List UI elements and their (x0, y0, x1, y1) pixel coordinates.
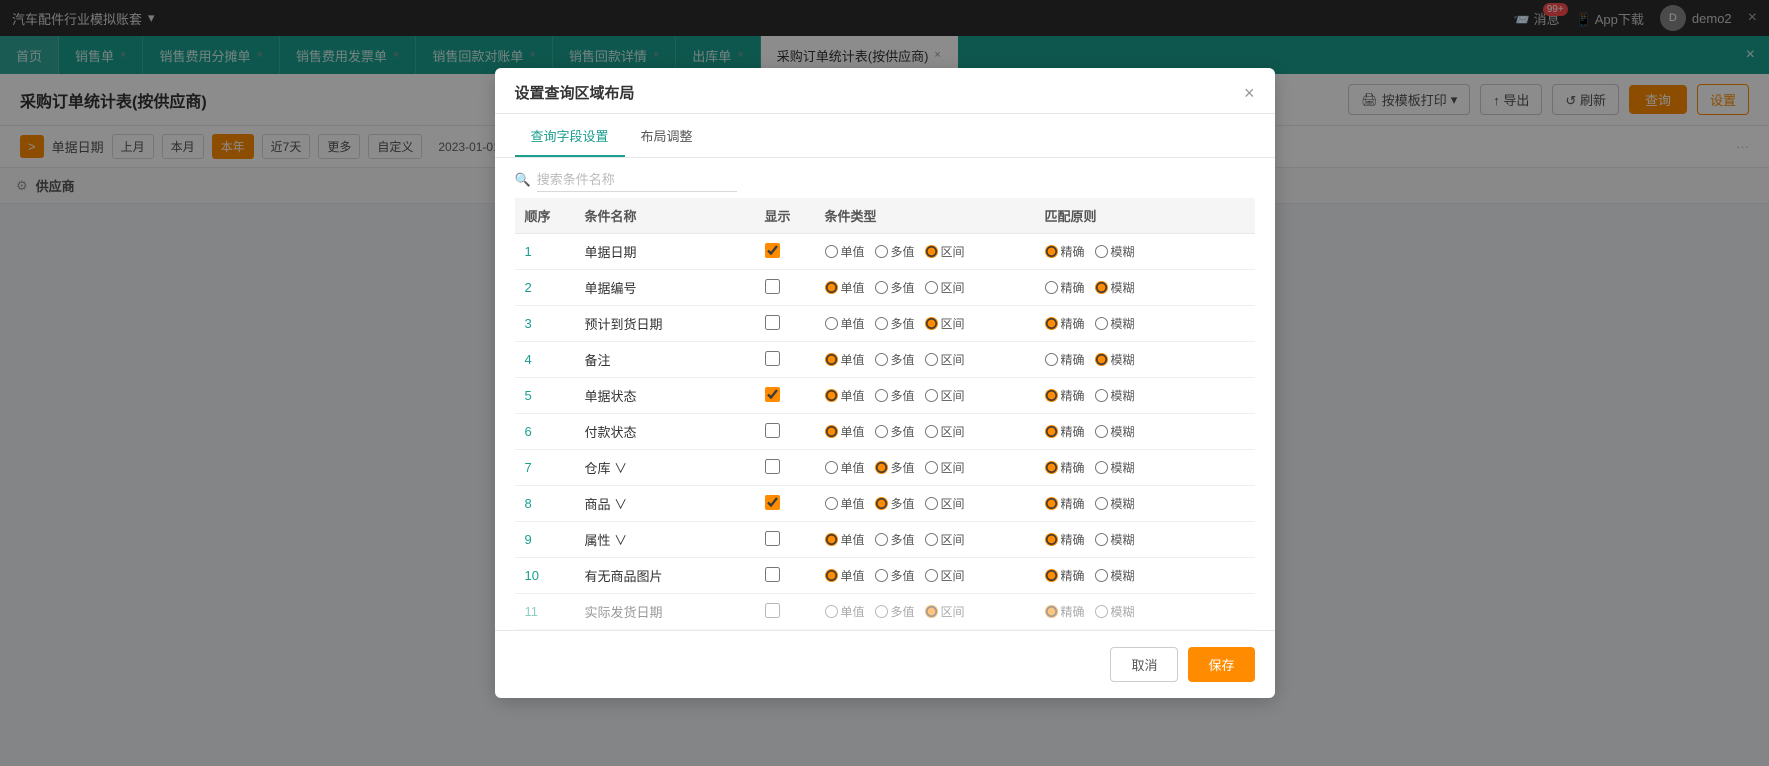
row-match-cell: 精确模糊 (1035, 559, 1255, 592)
tab-layout-adjust[interactable]: 布局调整 (625, 116, 709, 157)
table-row: 9属性 ∨ 单值多值区间精确模糊 (515, 522, 1255, 558)
th-show: 显示 (755, 198, 815, 233)
row-condition-name: 实际发货日期 (575, 594, 755, 629)
row-match-cell: 精确模糊 (1035, 307, 1255, 340)
row-condition-name: 付款状态 (575, 414, 755, 449)
show-checkbox[interactable] (765, 531, 780, 546)
row-condition-name: 预计到货日期 (575, 306, 755, 341)
row-type-cell: 单值多值区间 (815, 415, 1035, 448)
table-thead: 顺序 条件名称 显示 条件类型 匹配原则 (515, 198, 1255, 234)
modal-title: 设置查询区域布局 (515, 82, 635, 103)
row-order: 9 (515, 524, 575, 555)
row-order: 6 (515, 416, 575, 447)
row-type-cell: 单值多值区间 (815, 235, 1035, 268)
modal-rows-container: 1单据日期单值多值区间精确模糊2单据编号单值多值区间精确模糊3预计到货日期单值多… (515, 234, 1255, 630)
row-order: 4 (515, 344, 575, 375)
th-type: 条件类型 (815, 198, 1035, 233)
search-icon: 🔍 (515, 172, 531, 188)
row-show-cell (755, 559, 815, 593)
show-checkbox[interactable] (765, 567, 780, 582)
row-type-cell: 单值多值区间 (815, 487, 1035, 520)
modal-header: 设置查询区域布局 × (495, 68, 1275, 114)
row-type-cell: 单值多值区间 (815, 343, 1035, 376)
settings-modal: 设置查询区域布局 × 查询字段设置 布局调整 🔍 顺序 条件名称 显示 条件类型 (495, 68, 1275, 698)
row-match-cell: 精确模糊 (1035, 379, 1255, 412)
table-row: 10有无商品图片 单值多值区间精确模糊 (515, 558, 1255, 594)
row-order: 7 (515, 452, 575, 483)
row-order: 11 (515, 596, 575, 627)
row-order: 10 (515, 560, 575, 591)
th-match: 匹配原则 (1035, 198, 1255, 233)
row-show-cell (755, 235, 815, 269)
row-match-cell: 精确模糊 (1035, 595, 1255, 628)
show-checkbox[interactable] (765, 315, 780, 330)
row-order: 3 (515, 308, 575, 339)
row-match-cell: 精确模糊 (1035, 487, 1255, 520)
row-type-cell: 单值多值区间 (815, 595, 1035, 628)
row-show-cell (755, 307, 815, 341)
show-checkbox[interactable] (765, 459, 780, 474)
row-condition-name: 属性 ∨ (575, 522, 755, 557)
row-type-cell: 单值多值区间 (815, 523, 1035, 556)
row-show-cell (755, 487, 815, 521)
row-condition-name: 有无商品图片 (575, 558, 755, 593)
row-show-cell (755, 451, 815, 485)
show-checkbox[interactable] (765, 603, 780, 618)
row-match-cell: 精确模糊 (1035, 343, 1255, 376)
row-show-cell (755, 595, 815, 629)
condition-search-input[interactable] (537, 168, 737, 192)
save-button[interactable]: 保存 (1188, 647, 1254, 682)
row-condition-name: 备注 (575, 342, 755, 377)
row-show-cell (755, 523, 815, 557)
row-show-cell (755, 415, 815, 449)
table-row: 6付款状态 单值多值区间精确模糊 (515, 414, 1255, 450)
row-show-cell (755, 343, 815, 377)
row-show-cell (755, 379, 815, 413)
show-checkbox[interactable] (765, 243, 780, 258)
row-match-cell: 精确模糊 (1035, 451, 1255, 484)
row-order: 5 (515, 380, 575, 411)
row-condition-name: 单据日期 (575, 234, 755, 269)
row-type-cell: 单值多值区间 (815, 451, 1035, 484)
table-row: 2单据编号 单值多值区间精确模糊 (515, 270, 1255, 306)
row-type-cell: 单值多值区间 (815, 271, 1035, 304)
table-row: 5单据状态 单值多值区间精确模糊 (515, 378, 1255, 414)
modal-table: 顺序 条件名称 显示 条件类型 匹配原则 1单据日期单值多值区间精确模糊2单据编… (495, 198, 1275, 630)
show-checkbox[interactable] (765, 279, 780, 294)
row-condition-name: 仓库 ∨ (575, 450, 755, 485)
row-match-cell: 精确模糊 (1035, 235, 1255, 268)
modal-search-area: 🔍 (495, 158, 1275, 198)
row-condition-name: 单据编号 (575, 270, 755, 305)
table-row: 3预计到货日期 单值多值区间精确模糊 (515, 306, 1255, 342)
th-name: 条件名称 (575, 198, 755, 233)
row-match-cell: 精确模糊 (1035, 415, 1255, 448)
row-show-cell (755, 271, 815, 305)
row-order: 1 (515, 236, 575, 267)
row-condition-name: 单据状态 (575, 378, 755, 413)
table-row: 7仓库 ∨ 单值多值区间精确模糊 (515, 450, 1255, 486)
row-type-cell: 单值多值区间 (815, 307, 1035, 340)
table-row: 1单据日期 单值多值区间精确模糊 (515, 234, 1255, 270)
show-checkbox[interactable] (765, 387, 780, 402)
show-checkbox[interactable] (765, 351, 780, 366)
tab-query-fields[interactable]: 查询字段设置 (515, 116, 625, 157)
row-type-cell: 单值多值区间 (815, 379, 1035, 412)
cancel-button[interactable]: 取消 (1110, 647, 1178, 682)
table-row: 8商品 ∨ 单值多值区间精确模糊 (515, 486, 1255, 522)
table-row: 11实际发货日期 单值多值区间精确模糊 (515, 594, 1255, 630)
show-checkbox[interactable] (765, 423, 780, 438)
row-type-cell: 单值多值区间 (815, 559, 1035, 592)
row-condition-name: 商品 ∨ (575, 486, 755, 521)
show-checkbox[interactable] (765, 495, 780, 510)
row-match-cell: 精确模糊 (1035, 523, 1255, 556)
modal-footer: 取消 保存 (495, 630, 1275, 698)
row-order: 2 (515, 272, 575, 303)
row-match-cell: 精确模糊 (1035, 271, 1255, 304)
row-order: 8 (515, 488, 575, 519)
th-order: 顺序 (515, 198, 575, 233)
modal-overlay: 设置查询区域布局 × 查询字段设置 布局调整 🔍 顺序 条件名称 显示 条件类型 (0, 0, 1769, 766)
table-row: 4备注 单值多值区间精确模糊 (515, 342, 1255, 378)
modal-tabs: 查询字段设置 布局调整 (495, 116, 1275, 158)
modal-close-button[interactable]: × (1244, 84, 1255, 102)
